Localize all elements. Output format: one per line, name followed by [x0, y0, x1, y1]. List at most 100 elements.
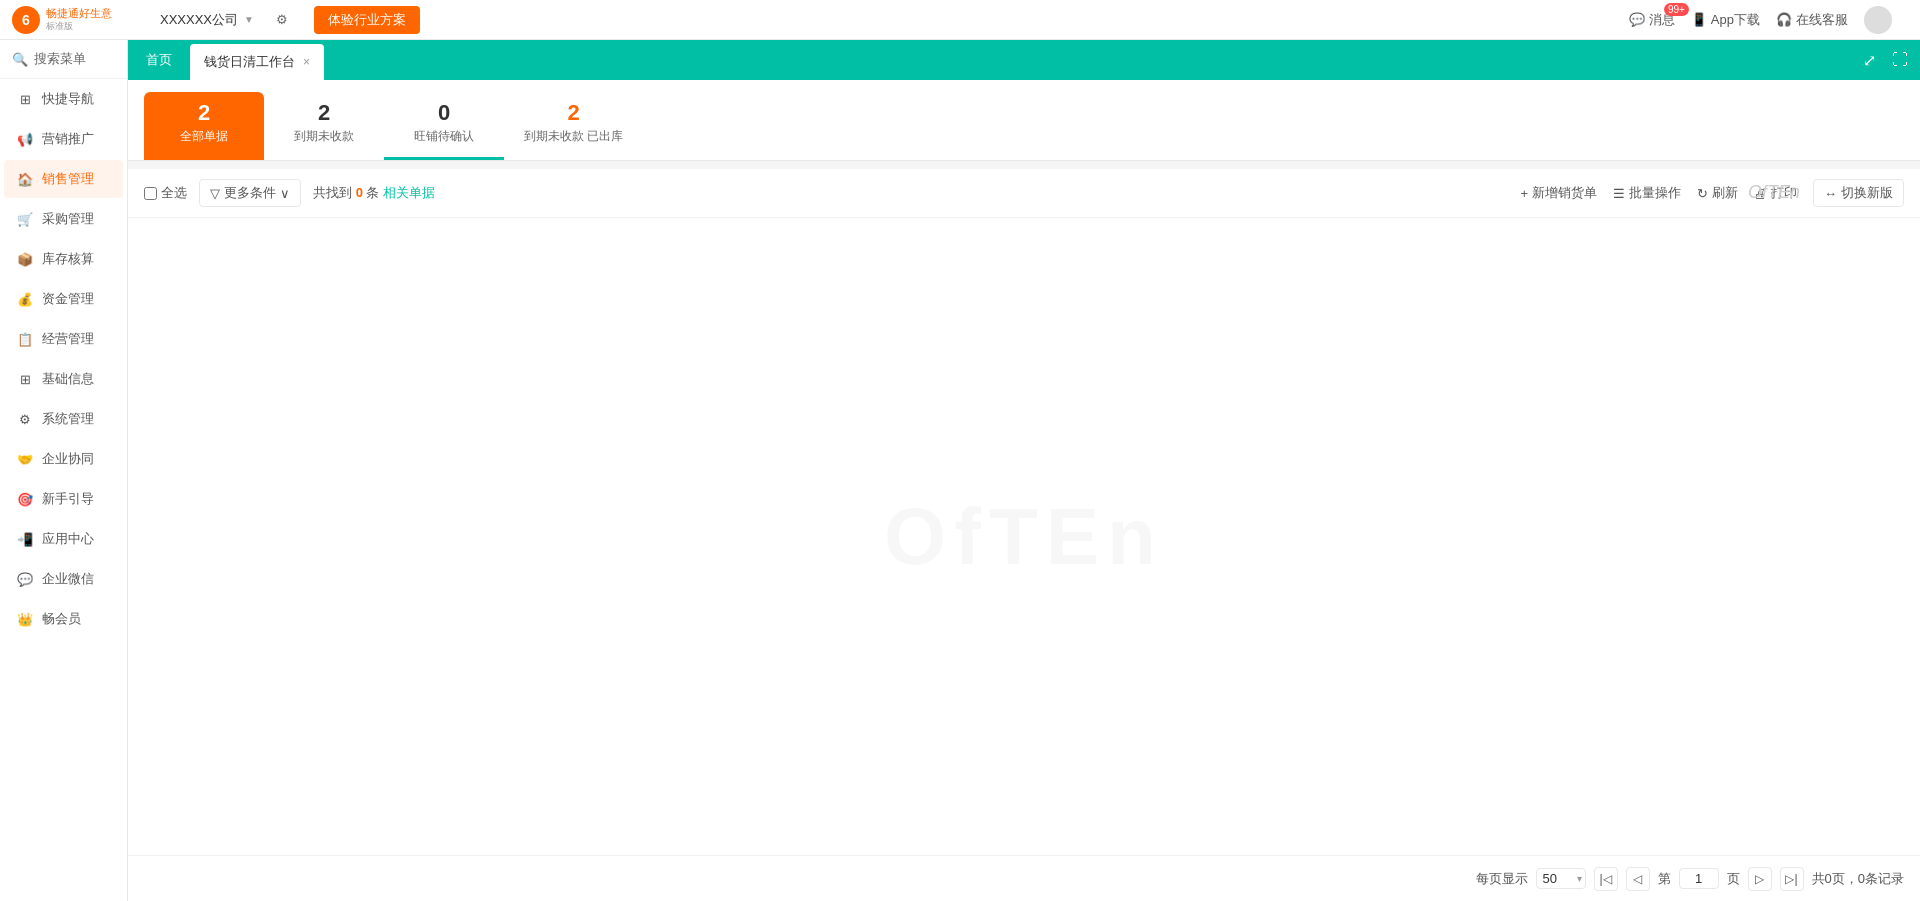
switch-icon: ↔	[1824, 186, 1837, 201]
app-label: App下载	[1711, 11, 1760, 29]
per-page-select-wrap[interactable]: 50 100 200	[1536, 868, 1586, 889]
quick-nav-icon: ⊞	[16, 90, 34, 108]
select-all-input[interactable]	[144, 187, 157, 200]
system-icon: ⚙	[16, 410, 34, 428]
app-center-icon: 📲	[16, 530, 34, 548]
stat-wangpu-count: 0	[404, 100, 484, 126]
last-page-button[interactable]: ▷|	[1780, 867, 1804, 891]
found-text: 共找到 0 条 相关单据	[313, 184, 435, 202]
sidebar-item-capital[interactable]: 💰 资金管理	[4, 280, 123, 318]
filter-icon: ▽	[210, 186, 220, 201]
sidebar-item-member[interactable]: 👑 畅会员	[4, 600, 123, 638]
batch-ops-button[interactable]: ☰ 批量操作	[1613, 184, 1681, 202]
sidebar-item-label: 资金管理	[42, 290, 94, 308]
marketing-icon: 📢	[16, 130, 34, 148]
stat-tab-overdue-shipped[interactable]: 2 到期未收款 已出库	[504, 92, 643, 160]
sidebar-search[interactable]: 🔍 搜索菜单	[0, 40, 127, 79]
sidebar-item-inventory[interactable]: 📦 库存核算	[4, 240, 123, 278]
stat-overdue-shipped-label: 到期未收款 已出库	[524, 128, 623, 145]
stat-tab-all[interactable]: 2 全部单据	[144, 92, 264, 160]
sidebar-item-wechat[interactable]: 💬 企业微信	[4, 560, 123, 598]
stat-overdue-label: 到期未收款	[284, 128, 364, 145]
filter-button[interactable]: ▽ 更多条件 ∨	[199, 179, 301, 207]
switch-version-button[interactable]: ↔ 切换新版	[1813, 179, 1904, 207]
first-page-button[interactable]: |◁	[1594, 867, 1618, 891]
company-dropdown-icon: ▼	[244, 14, 254, 25]
table-area: OfTEn	[128, 218, 1920, 855]
sidebar-item-label: 采购管理	[42, 210, 94, 228]
app-download-button[interactable]: 📱 App下载	[1691, 11, 1760, 29]
filter-label: 更多条件	[224, 184, 276, 202]
sidebar-item-label: 系统管理	[42, 410, 94, 428]
sidebar-item-base[interactable]: ⊞ 基础信息	[4, 360, 123, 398]
avatar[interactable]	[1864, 6, 1892, 34]
app-icon: 📱	[1691, 12, 1707, 27]
settings-button[interactable]: ⚙	[268, 6, 296, 34]
refresh-icon: ↻	[1697, 186, 1708, 201]
total-info: 共0页，0条记录	[1812, 870, 1904, 888]
service-label: 在线客服	[1796, 11, 1848, 29]
main-layout: 🔍 搜索菜单 ⊞ 快捷导航 📢 营销推广 🏠 销售管理 🛒 采购管理 📦 库存核…	[0, 40, 1920, 901]
header-right: 💬 消息 99+ 📱 App下载 🎧 在线客服	[1629, 6, 1908, 34]
sidebar-item-label: 企业协同	[42, 450, 94, 468]
refresh-button[interactable]: ↻ 刷新	[1697, 184, 1738, 202]
service-icon: 🎧	[1776, 12, 1792, 27]
sidebar-item-quick-nav[interactable]: ⊞ 快捷导航	[4, 80, 123, 118]
sidebar-item-label: 库存核算	[42, 250, 94, 268]
found-link[interactable]: 相关单据	[383, 185, 435, 200]
toolbar: 全选 ▽ 更多条件 ∨ 共找到 0 条 相关单据 + 新增销货单	[128, 169, 1920, 218]
stat-tab-wangpu[interactable]: 0 旺铺待确认	[384, 92, 504, 160]
sidebar-item-label: 销售管理	[42, 170, 94, 188]
corp-icon: 🤝	[16, 450, 34, 468]
sidebar-item-label: 营销推广	[42, 130, 94, 148]
message-button[interactable]: 💬 消息 99+	[1629, 11, 1675, 29]
per-page-select[interactable]: 50 100 200	[1536, 868, 1586, 889]
stat-all-count: 2	[164, 100, 244, 126]
toolbar-right: + 新增销货单 ☰ 批量操作 ↻ 刷新 🖨 打印	[1520, 179, 1904, 207]
stat-wangpu-label: 旺铺待确认	[404, 128, 484, 145]
sidebar-item-marketing[interactable]: 📢 营销推广	[4, 120, 123, 158]
sidebar-item-system[interactable]: ⚙ 系统管理	[4, 400, 123, 438]
sidebar-item-app-center[interactable]: 📲 应用中心	[4, 520, 123, 558]
select-all-label: 全选	[161, 184, 187, 202]
sidebar-item-corp[interactable]: 🤝 企业协同	[4, 440, 123, 478]
stat-all-label: 全部单据	[164, 128, 244, 145]
new-sales-button[interactable]: + 新增销货单	[1520, 184, 1597, 202]
page-unit: 页	[1727, 870, 1740, 888]
stat-tab-overdue[interactable]: 2 到期未收款	[264, 92, 384, 160]
tab-current-label: 钱货日清工作台	[204, 53, 295, 71]
sidebar-item-label: 企业微信	[42, 570, 94, 588]
sidebar-item-purchase[interactable]: 🛒 采购管理	[4, 200, 123, 238]
message-icon: 💬	[1629, 12, 1645, 27]
next-page-button[interactable]: ▷	[1748, 867, 1772, 891]
sidebar-item-guide[interactable]: 🎯 新手引导	[4, 480, 123, 518]
print-button[interactable]: 🖨 打印	[1754, 184, 1797, 202]
tab-close-icon[interactable]: ×	[303, 56, 310, 68]
tab-home[interactable]: 首页	[128, 40, 190, 80]
company-selector[interactable]: XXXXXX公司 ▼ ⚙ 体验行业方案	[140, 6, 1629, 34]
select-all-checkbox[interactable]: 全选	[144, 184, 187, 202]
prev-page-button[interactable]: ◁	[1626, 867, 1650, 891]
capital-icon: 💰	[16, 290, 34, 308]
sidebar-item-label: 基础信息	[42, 370, 94, 388]
found-count: 0	[356, 185, 363, 200]
tab-home-label: 首页	[146, 51, 172, 69]
purchase-icon: 🛒	[16, 210, 34, 228]
online-service-button[interactable]: 🎧 在线客服	[1776, 11, 1848, 29]
stat-overdue-count: 2	[284, 100, 364, 126]
tab-current[interactable]: 钱货日清工作台 ×	[190, 44, 324, 80]
current-page-input[interactable]	[1679, 868, 1719, 889]
sidebar-item-label: 新手引导	[42, 490, 94, 508]
tab-expand-icon[interactable]: ⛶	[1888, 47, 1912, 73]
top-header: 6 畅捷通好生意 标准版 XXXXXX公司 ▼ ⚙ 体验行业方案 💬 消息 99…	[0, 0, 1920, 40]
logo-area: 6 畅捷通好生意 标准版	[12, 6, 140, 34]
sidebar: 🔍 搜索菜单 ⊞ 快捷导航 📢 营销推广 🏠 销售管理 🛒 采购管理 📦 库存核…	[0, 40, 128, 901]
logo-badge: 标准版	[46, 20, 112, 33]
sidebar-item-operation[interactable]: 📋 经营管理	[4, 320, 123, 358]
refresh-label: 刷新	[1712, 184, 1738, 202]
guide-icon: 🎯	[16, 490, 34, 508]
tab-bar: 首页 钱货日清工作台 × ⤢ ⛶	[128, 40, 1920, 80]
tab-minimize-icon[interactable]: ⤢	[1859, 47, 1880, 74]
sidebar-item-sales[interactable]: 🏠 销售管理	[4, 160, 123, 198]
experience-btn[interactable]: 体验行业方案	[314, 6, 420, 34]
